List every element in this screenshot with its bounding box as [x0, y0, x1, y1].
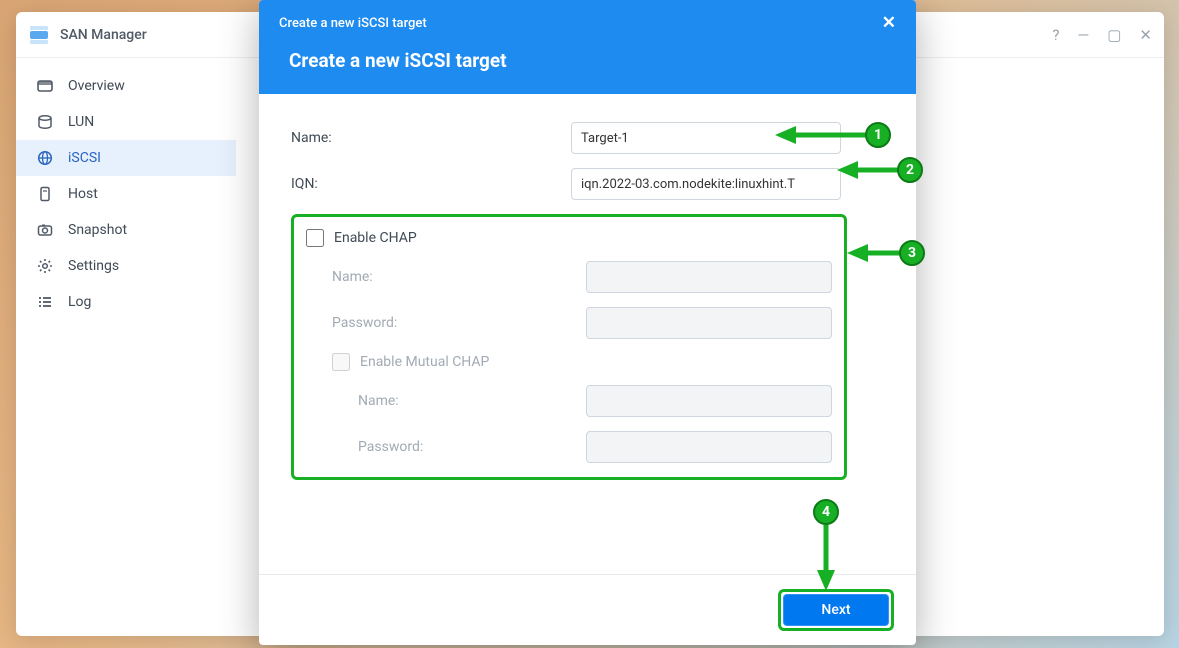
sidebar: Overview LUN iSCSI Host Snapshot Setting…	[16, 58, 236, 636]
chap-name-label: Name:	[332, 269, 586, 285]
dialog-body: Name: IQN: Enable CHAP Name: Password: E…	[259, 94, 916, 574]
sidebar-item-log[interactable]: Log	[16, 284, 236, 320]
sidebar-item-host[interactable]: Host	[16, 176, 236, 212]
mutual-name-label: Name:	[358, 393, 586, 409]
dialog-header: Create a new iSCSI target ✕ Create a new…	[259, 0, 916, 94]
name-label: Name:	[291, 130, 571, 146]
sidebar-item-settings[interactable]: Settings	[16, 248, 236, 284]
chap-password-input	[586, 307, 832, 339]
dialog-subtitle: Create a new iSCSI target	[279, 16, 427, 31]
sidebar-item-label: Settings	[68, 258, 119, 274]
san-manager-icon	[28, 24, 50, 46]
enable-chap-checkbox[interactable]	[306, 229, 324, 247]
sidebar-item-label: iSCSI	[68, 150, 101, 166]
globe-icon	[36, 150, 54, 166]
sidebar-item-snapshot[interactable]: Snapshot	[16, 212, 236, 248]
mutual-name-input	[586, 385, 832, 417]
create-iscsi-target-dialog: Create a new iSCSI target ✕ Create a new…	[259, 0, 916, 645]
dialog-footer: Next	[259, 574, 916, 645]
enable-mutual-chap-checkbox	[332, 353, 350, 371]
sidebar-item-iscsi[interactable]: iSCSI	[16, 140, 236, 176]
maximize-icon[interactable]: ▢	[1107, 26, 1121, 44]
name-input[interactable]	[571, 122, 841, 154]
iqn-label: IQN:	[291, 176, 571, 192]
chap-password-label: Password:	[332, 315, 586, 331]
iqn-input[interactable]	[571, 168, 841, 200]
next-button-highlight: Next	[778, 589, 894, 631]
camera-icon	[36, 222, 54, 238]
sidebar-item-overview[interactable]: Overview	[16, 68, 236, 104]
gear-icon	[36, 258, 54, 274]
mutual-password-label: Password:	[358, 439, 586, 455]
sidebar-item-label: Host	[68, 186, 98, 202]
dialog-title: Create a new iSCSI target	[279, 49, 896, 94]
database-icon	[36, 114, 54, 130]
mutual-password-input	[586, 431, 832, 463]
sidebar-item-label: Snapshot	[68, 222, 127, 238]
enable-chap-label: Enable CHAP	[334, 230, 417, 246]
help-icon[interactable]: ?	[1052, 26, 1059, 44]
app-title: SAN Manager	[60, 27, 147, 43]
sidebar-item-label: LUN	[68, 114, 94, 130]
host-icon	[36, 186, 54, 202]
sidebar-item-label: Overview	[68, 78, 125, 94]
close-window-icon[interactable]: ✕	[1139, 26, 1152, 44]
sidebar-item-label: Log	[68, 294, 91, 310]
sidebar-item-lun[interactable]: LUN	[16, 104, 236, 140]
minimize-icon[interactable]: —	[1078, 26, 1090, 44]
dashboard-icon	[36, 78, 54, 94]
chap-name-input	[586, 261, 832, 293]
chap-section: Enable CHAP Name: Password: Enable Mutua…	[291, 214, 847, 480]
next-button[interactable]: Next	[783, 594, 889, 626]
close-icon[interactable]: ✕	[882, 13, 896, 33]
enable-mutual-chap-label: Enable Mutual CHAP	[360, 354, 489, 370]
log-icon	[36, 294, 54, 310]
